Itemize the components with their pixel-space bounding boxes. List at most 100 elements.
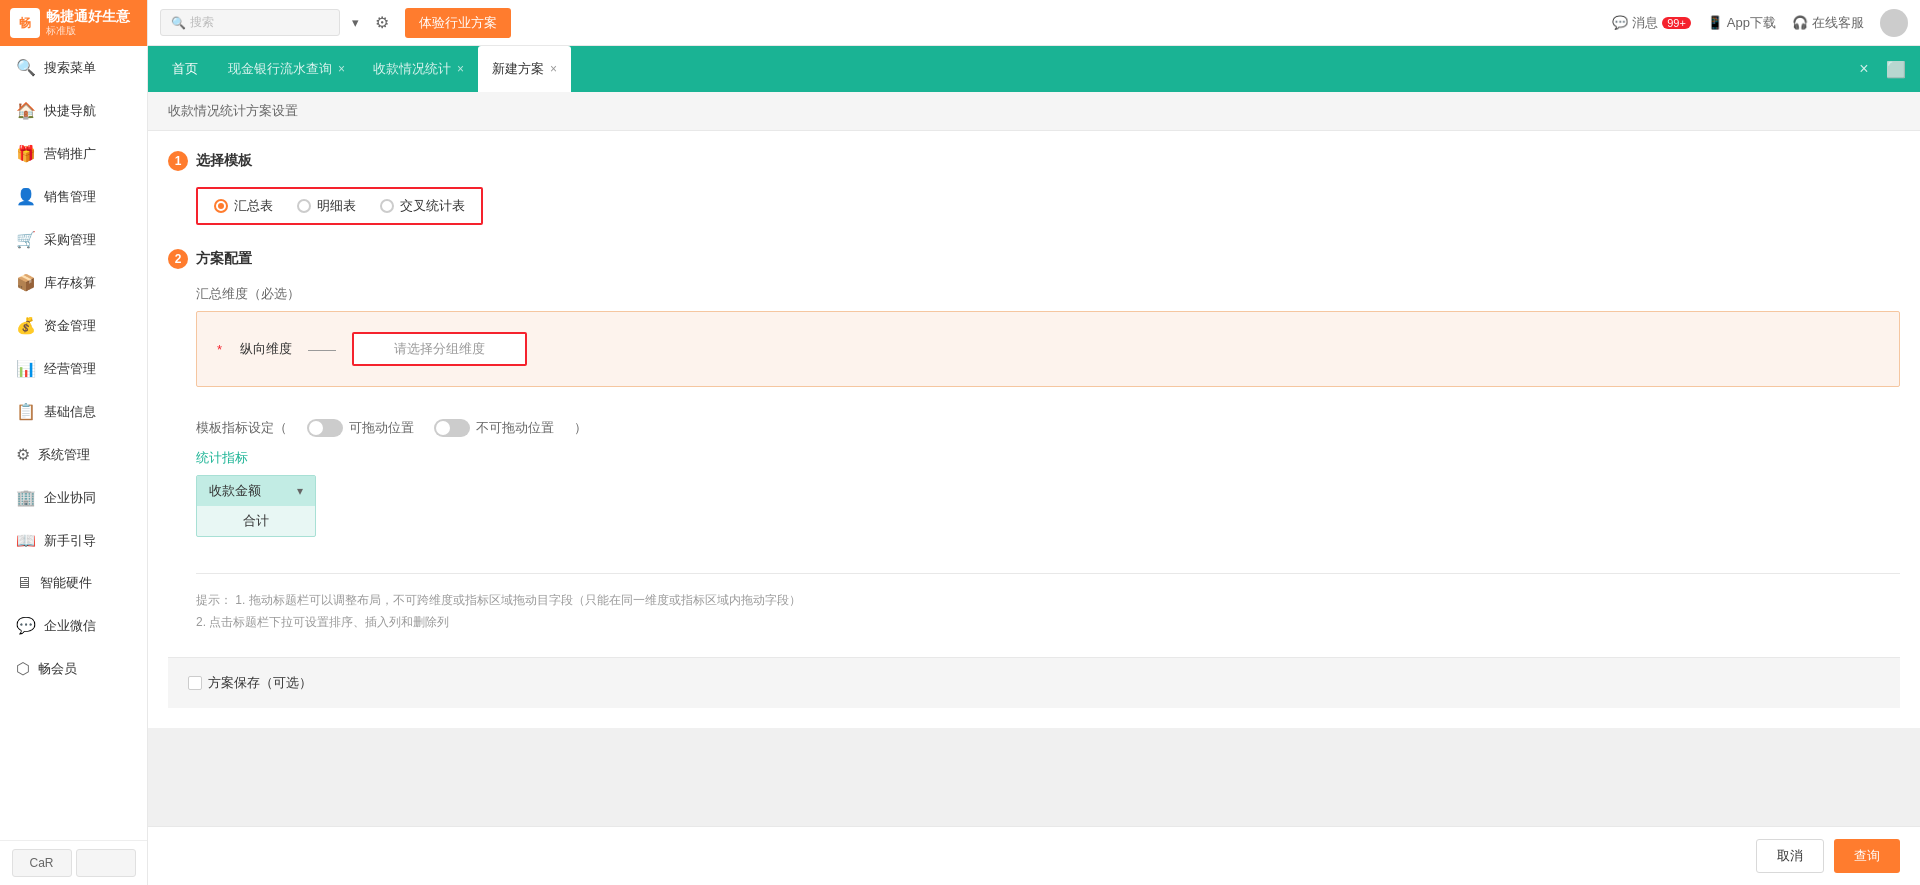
- save-plan-label: 方案保存（可选）: [208, 674, 312, 692]
- section-config: 2 方案配置 汇总维度（必选） * 纵向维度 ——: [168, 249, 1900, 633]
- nav-label-sales: 销售管理: [44, 188, 96, 206]
- stat-card-header[interactable]: 收款金额 ▾: [197, 476, 315, 506]
- nav-label-search: 搜索菜单: [44, 59, 96, 77]
- support-icon: 🎧: [1792, 15, 1808, 30]
- sidebar-item-operations[interactable]: 📊经营管理: [0, 347, 147, 390]
- nav-label-inventory: 库存核算: [44, 274, 96, 292]
- window-maximize-btn[interactable]: ⬜: [1884, 57, 1908, 81]
- radio-cross-btn[interactable]: [380, 199, 394, 213]
- radio-detail-label: 明细表: [317, 197, 356, 215]
- tab-cashflow[interactable]: 现金银行流水查询 ×: [214, 46, 359, 92]
- section-template: 1 选择模板 汇总表 明细表: [168, 151, 1900, 225]
- sidebar-item-wechat[interactable]: 💬企业微信: [0, 604, 147, 647]
- nav-label-member: 畅会员: [38, 660, 77, 678]
- logo-sub: 标准版: [46, 24, 130, 38]
- nav-label-operations: 经营管理: [44, 360, 96, 378]
- support-action[interactable]: 🎧 在线客服: [1792, 14, 1864, 32]
- download-action[interactable]: 📱 App下载: [1707, 14, 1776, 32]
- tab-new-plan-label: 新建方案: [492, 60, 544, 78]
- non-draggable-switch[interactable]: [434, 419, 470, 437]
- nav-label-wechat: 企业微信: [44, 617, 96, 635]
- stat-card-header-label: 收款金额: [209, 482, 261, 500]
- template-selector: 汇总表 明细表 交叉统计表: [196, 187, 483, 225]
- section2-header: 2 方案配置: [168, 249, 1900, 269]
- tab-new-plan[interactable]: 新建方案 ×: [478, 46, 571, 92]
- dimension-selector[interactable]: 请选择分组维度: [352, 332, 527, 366]
- stat-group-label: 统计指标: [196, 449, 1900, 467]
- query-button[interactable]: 查询: [1834, 839, 1900, 873]
- tab-cashflow-close[interactable]: ×: [338, 62, 345, 76]
- tab-new-plan-close[interactable]: ×: [550, 62, 557, 76]
- nav-icon-basic-info: 📋: [16, 402, 36, 421]
- sidebar-item-basic-info[interactable]: 📋 基础信息: [0, 390, 147, 433]
- action-bar: 取消 查询: [148, 826, 1920, 885]
- radio-summary-label: 汇总表: [234, 197, 273, 215]
- indicators-header: 模板指标设定（ 可拖动位置 不可拖动位置 ）: [196, 419, 1900, 437]
- nav-icon-smart-hw: 🖥: [16, 574, 32, 592]
- topbar-dropdown-icon[interactable]: ▾: [352, 15, 359, 30]
- nav-icon-beginner: 📖: [16, 531, 36, 550]
- sidebar-item-enterprise[interactable]: 🏢企业协同: [0, 476, 147, 519]
- nav-label-finance: 资金管理: [44, 317, 96, 335]
- tabbar: 首页 现金银行流水查询 × 收款情况统计 × 新建方案 × × ⬜: [148, 46, 1920, 92]
- sidebar-item-beginner[interactable]: 📖新手引导: [0, 519, 147, 562]
- tab-home[interactable]: 首页: [156, 60, 214, 78]
- nav-icon-sales: 👤: [16, 187, 36, 206]
- cancel-button[interactable]: 取消: [1756, 839, 1824, 873]
- nav-label-purchase: 采购管理: [44, 231, 96, 249]
- radio-cross[interactable]: 交叉统计表: [380, 197, 465, 215]
- sidebar-item-finance[interactable]: 💰资金管理: [0, 304, 147, 347]
- sidebar-item-search[interactable]: 🔍搜索菜单: [0, 46, 147, 89]
- breadcrumb: 收款情况统计方案设置: [168, 103, 298, 118]
- page-body: 1 选择模板 汇总表 明细表: [148, 131, 1920, 728]
- tab-cashflow-label: 现金银行流水查询: [228, 60, 332, 78]
- message-action[interactable]: 💬 消息 99+: [1612, 14, 1691, 32]
- sidebar-item-smart-hw[interactable]: 🖥智能硬件: [0, 562, 147, 604]
- sidebar-item-system[interactable]: ⚙系统管理: [0, 433, 147, 476]
- indicators-label: 模板指标设定（: [196, 419, 287, 437]
- page-header: 收款情况统计方案设置: [148, 92, 1920, 131]
- logo-icon: 畅: [10, 8, 40, 38]
- tip-line1: 提示： 1. 拖动标题栏可以调整布局，不可跨维度或指标区域拖动目字段（只能在同一…: [196, 590, 1900, 612]
- sidebar-item-purchase[interactable]: 🛒采购管理: [0, 218, 147, 261]
- nav-label-marketing: 营销推广: [44, 145, 96, 163]
- topbar-gear-icon[interactable]: ⚙: [371, 9, 393, 36]
- dimension-placeholder: 请选择分组维度: [394, 341, 485, 356]
- nav-label-basic-info: 基础信息: [44, 403, 96, 421]
- tab-collection[interactable]: 收款情况统计 ×: [359, 46, 478, 92]
- tab-collection-close[interactable]: ×: [457, 62, 464, 76]
- sidebar-bottom-btn2[interactable]: [76, 849, 136, 877]
- sidebar-item-member[interactable]: ⬡ 畅会员: [0, 647, 147, 690]
- tip-line2: 2. 点击标题栏下拉可设置排序、插入列和删除列: [196, 612, 1900, 634]
- nav-label-quick-nav: 快捷导航: [44, 102, 96, 120]
- save-plan-checkbox-label[interactable]: 方案保存（可选）: [188, 674, 312, 692]
- sidebar-logo: 畅 畅捷通好生意 标准版: [0, 0, 147, 46]
- save-plan-checkbox[interactable]: [188, 676, 202, 690]
- radio-detail[interactable]: 明细表: [297, 197, 356, 215]
- sidebar-bottom-btn1[interactable]: CaR: [12, 849, 72, 877]
- sidebar-item-quick-nav[interactable]: 🏠快捷导航: [0, 89, 147, 132]
- tips-section: 提示： 1. 拖动标题栏可以调整布局，不可跨维度或指标区域拖动目字段（只能在同一…: [196, 573, 1900, 633]
- sidebar-item-sales[interactable]: 👤 销售管理: [0, 175, 147, 218]
- sidebar-nav: 🔍搜索菜单🏠快捷导航🎁营销推广 👤 销售管理 🛒采购管理📦库存核算💰资金管理📊经营管理…: [0, 46, 147, 840]
- draggable-switch[interactable]: [307, 419, 343, 437]
- topbar-search[interactable]: 🔍 搜索: [160, 9, 340, 36]
- radio-summary[interactable]: 汇总表: [214, 197, 273, 215]
- industry-btn[interactable]: 体验行业方案: [405, 8, 511, 38]
- tab-collection-label: 收款情况统计: [373, 60, 451, 78]
- download-label: App下载: [1727, 14, 1776, 32]
- sidebar-item-marketing[interactable]: 🎁营销推广: [0, 132, 147, 175]
- section1-title: 选择模板: [196, 152, 252, 170]
- radio-detail-btn[interactable]: [297, 199, 311, 213]
- user-avatar[interactable]: [1880, 9, 1908, 37]
- tabbar-actions: × ⬜: [1852, 57, 1920, 81]
- sidebar-item-inventory[interactable]: 📦库存核算: [0, 261, 147, 304]
- radio-summary-btn[interactable]: [214, 199, 228, 213]
- nav-icon-member: ⬡: [16, 659, 30, 678]
- content-area: 收款情况统计方案设置 1 选择模板 汇总表: [148, 92, 1920, 826]
- draggable-toggle[interactable]: 可拖动位置: [307, 419, 414, 437]
- non-draggable-toggle[interactable]: 不可拖动位置: [434, 419, 554, 437]
- dimension-required-mark: *: [217, 342, 222, 357]
- window-close-btn[interactable]: ×: [1852, 57, 1876, 81]
- stat-card-chevron[interactable]: ▾: [297, 484, 303, 498]
